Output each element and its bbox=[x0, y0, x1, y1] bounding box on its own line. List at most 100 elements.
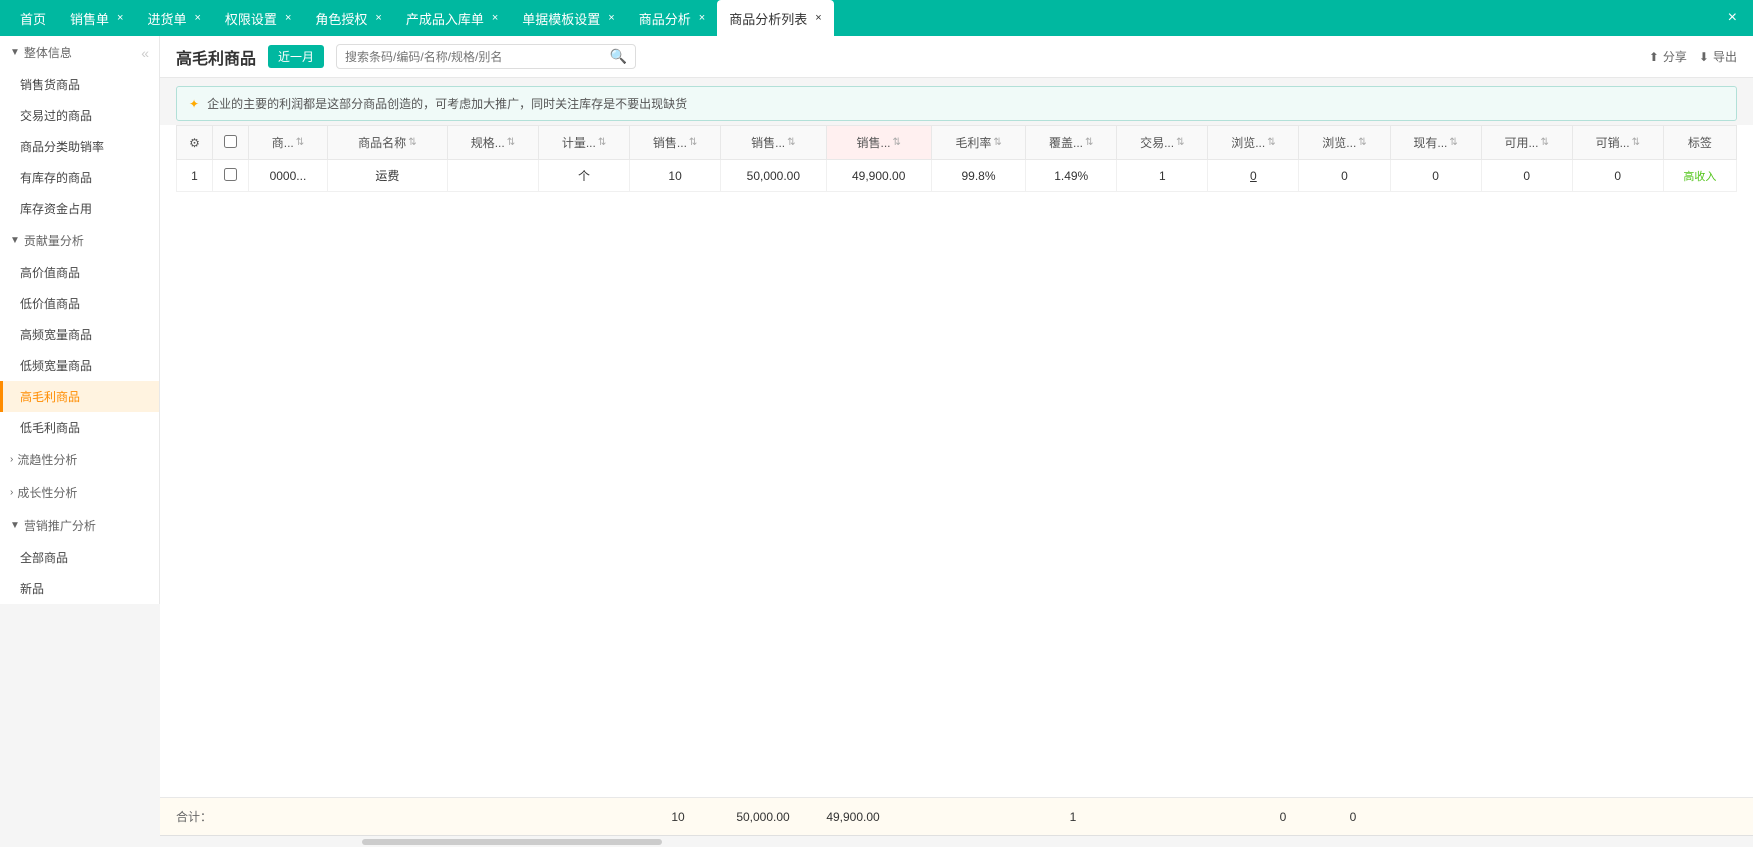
group-trend-arrow: › bbox=[10, 454, 13, 465]
sidebar-group-marketing-analysis[interactable]: ▼ 营销推广分析 bbox=[0, 509, 159, 542]
nav-roles[interactable]: 角色授权 × bbox=[303, 0, 393, 36]
select-all-checkbox[interactable] bbox=[224, 135, 237, 148]
col-gross-margin[interactable]: 毛利率 ⇅ bbox=[931, 126, 1025, 160]
cell-coverage: 1.49% bbox=[1026, 160, 1117, 192]
footer-cells: 10 50,000.00 49,900.00 1 0 0 bbox=[232, 810, 1737, 824]
search-icon[interactable]: 🔍 bbox=[610, 48, 627, 65]
cell-trade-count: 1 bbox=[1117, 160, 1208, 192]
scroll-bar-area[interactable] bbox=[160, 835, 1753, 847]
info-icon: ✦ bbox=[189, 97, 199, 111]
sidebar-item-low-value[interactable]: 低价值商品 bbox=[0, 288, 159, 319]
period-button[interactable]: 近一月 bbox=[268, 45, 324, 68]
nav-template-settings[interactable]: 单据模板设置 × bbox=[510, 0, 626, 36]
sidebar-item-high-freq[interactable]: 高频宽量商品 bbox=[0, 319, 159, 350]
nav-sales-order-label: 销售单 bbox=[70, 9, 109, 28]
sidebar-item-all-products[interactable]: 全部商品 bbox=[0, 542, 159, 573]
sidebar-item-stock-capital[interactable]: 库存资金占用 bbox=[0, 193, 159, 224]
cell-sales-amt: 50,000.00 bbox=[721, 160, 826, 192]
sidebar-item-analysis-assist[interactable]: 商品分类助销率 bbox=[0, 131, 159, 162]
footer-trade-count: 1 bbox=[1038, 810, 1108, 824]
footer-available: 0 bbox=[1318, 810, 1388, 824]
content-header: 高毛利商品 近一月 🔍 ⬆ 分享 ⬇ 导出 bbox=[160, 36, 1753, 78]
nav-product-analysis-list[interactable]: 商品分析列表 × bbox=[717, 0, 833, 36]
sidebar-group-growth-label: 成长性分析 bbox=[17, 484, 77, 501]
table-wrapper[interactable]: ⚙ 商... ⇅ 商品名称 bbox=[160, 125, 1753, 797]
nav-product-analysis[interactable]: 商品分析 × bbox=[627, 0, 717, 36]
sidebar-item-high-margin[interactable]: 高毛利商品 bbox=[0, 381, 159, 412]
sidebar-group-trend-label: 流趋性分析 bbox=[17, 451, 77, 468]
nav-sales-order-close[interactable]: × bbox=[117, 12, 123, 24]
sidebar-group-trend-analysis[interactable]: › 流趋性分析 bbox=[0, 443, 159, 476]
sidebar-item-traded[interactable]: 交易过的商品 bbox=[0, 100, 159, 131]
nav-purchase[interactable]: 进货单 × bbox=[135, 0, 212, 36]
nav-close-all[interactable]: × bbox=[1720, 9, 1745, 27]
sidebar-wrapper: ▼ 整体信息 « 销售货商品 交易过的商品 商品分类助销率 有库存的商品 库存资… bbox=[0, 36, 160, 847]
sidebar-item-low-freq[interactable]: 低频宽量商品 bbox=[0, 350, 159, 381]
table-row: 1 0000... 运费 个 10 50,000.00 49,900.00 99… bbox=[177, 160, 1737, 192]
footer-bar: 合计： 10 50,000.00 49,900.00 1 0 0 bbox=[160, 797, 1753, 835]
col-browse1[interactable]: 浏览... ⇅ bbox=[1208, 126, 1299, 160]
cell-sellable: 0 bbox=[1572, 160, 1663, 192]
sidebar-item-sales-ranking[interactable]: 销售货商品 bbox=[0, 69, 159, 100]
sidebar-group-overall-label: 整体信息 bbox=[24, 44, 72, 61]
scroll-thumb[interactable] bbox=[362, 839, 662, 845]
group-growth-arrow: › bbox=[10, 487, 13, 498]
col-tag[interactable]: 标签 bbox=[1663, 126, 1736, 160]
row-checkbox[interactable] bbox=[224, 168, 237, 181]
sidebar-item-in-stock[interactable]: 有库存的商品 bbox=[0, 162, 159, 193]
nav-products-entry-close[interactable]: × bbox=[492, 12, 498, 24]
sidebar-collapse-btn[interactable]: « bbox=[141, 45, 149, 61]
nav-home-label: 首页 bbox=[20, 9, 46, 28]
col-sales-profit[interactable]: 销售... ⇅ bbox=[826, 126, 931, 160]
cell-sales-profit: 49,900.00 bbox=[826, 160, 931, 192]
nav-sales-order[interactable]: 销售单 × bbox=[58, 0, 135, 36]
group-financial-arrow: ▼ bbox=[10, 235, 20, 246]
col-sales-amt[interactable]: 销售... ⇅ bbox=[721, 126, 826, 160]
export-icon: ⬇ bbox=[1699, 50, 1709, 64]
nav-product-analysis-list-close[interactable]: × bbox=[815, 12, 821, 24]
sidebar-item-high-value[interactable]: 高价值商品 bbox=[0, 257, 159, 288]
col-trade-count[interactable]: 交易... ⇅ bbox=[1117, 126, 1208, 160]
sidebar-group-growth-analysis[interactable]: › 成长性分析 bbox=[0, 476, 159, 509]
col-name[interactable]: 商品名称 ⇅ bbox=[327, 126, 447, 160]
nav-template-settings-label: 单据模板设置 bbox=[522, 9, 600, 28]
cell-tag: 高收入 bbox=[1663, 160, 1736, 192]
col-unit[interactable]: 计量... ⇅ bbox=[538, 126, 629, 160]
sidebar-item-new-products[interactable]: 新品 bbox=[0, 573, 159, 604]
nav-roles-close[interactable]: × bbox=[375, 12, 381, 24]
sidebar-group-overall-info[interactable]: ▼ 整体信息 « bbox=[0, 36, 159, 69]
col-current-stock[interactable]: 现有... ⇅ bbox=[1390, 126, 1481, 160]
search-input[interactable] bbox=[345, 50, 604, 64]
cell-unit: 个 bbox=[538, 160, 629, 192]
info-bar: ✦ 企业的主要的利润都是这部分商品创造的，可考虑加大推广，同时关注库存是不要出现… bbox=[176, 86, 1737, 121]
nav-home[interactable]: 首页 bbox=[8, 0, 58, 36]
share-button[interactable]: ⬆ 分享 bbox=[1649, 48, 1687, 65]
nav-template-settings-close[interactable]: × bbox=[608, 12, 614, 24]
col-checkbox[interactable] bbox=[213, 126, 249, 160]
cell-checkbox[interactable] bbox=[213, 160, 249, 192]
export-button[interactable]: ⬇ 导出 bbox=[1699, 48, 1737, 65]
nav-product-analysis-close[interactable]: × bbox=[699, 12, 705, 24]
nav-purchase-close[interactable]: × bbox=[194, 12, 200, 24]
top-navigation: 首页 销售单 × 进货单 × 权限设置 × 角色授权 × 产成品入库单 × 单据… bbox=[0, 0, 1753, 36]
cell-current-stock: 0 bbox=[1390, 160, 1481, 192]
sidebar-group-financial-analysis[interactable]: ▼ 贡献量分析 bbox=[0, 224, 159, 257]
nav-permissions-close[interactable]: × bbox=[285, 12, 291, 24]
col-code[interactable]: 商... ⇅ bbox=[249, 126, 328, 160]
col-spec[interactable]: 规格... ⇅ bbox=[447, 126, 538, 160]
sidebar-item-low-margin[interactable]: 低毛利商品 bbox=[0, 412, 159, 443]
share-icon: ⬆ bbox=[1649, 50, 1659, 64]
nav-permissions-label: 权限设置 bbox=[225, 9, 277, 28]
col-available[interactable]: 可用... ⇅ bbox=[1481, 126, 1572, 160]
cell-spec bbox=[447, 160, 538, 192]
col-settings[interactable]: ⚙ bbox=[177, 126, 213, 160]
cell-gross-margin: 99.8% bbox=[931, 160, 1025, 192]
col-sales-qty[interactable]: 销售... ⇅ bbox=[630, 126, 721, 160]
col-browse2[interactable]: 浏览... ⇅ bbox=[1299, 126, 1390, 160]
col-sellable[interactable]: 可销... ⇅ bbox=[1572, 126, 1663, 160]
page-title: 高毛利商品 bbox=[176, 45, 256, 69]
nav-roles-label: 角色授权 bbox=[315, 9, 367, 28]
nav-products-entry[interactable]: 产成品入库单 × bbox=[394, 0, 510, 36]
nav-permissions[interactable]: 权限设置 × bbox=[213, 0, 303, 36]
col-coverage[interactable]: 覆盖... ⇅ bbox=[1026, 126, 1117, 160]
